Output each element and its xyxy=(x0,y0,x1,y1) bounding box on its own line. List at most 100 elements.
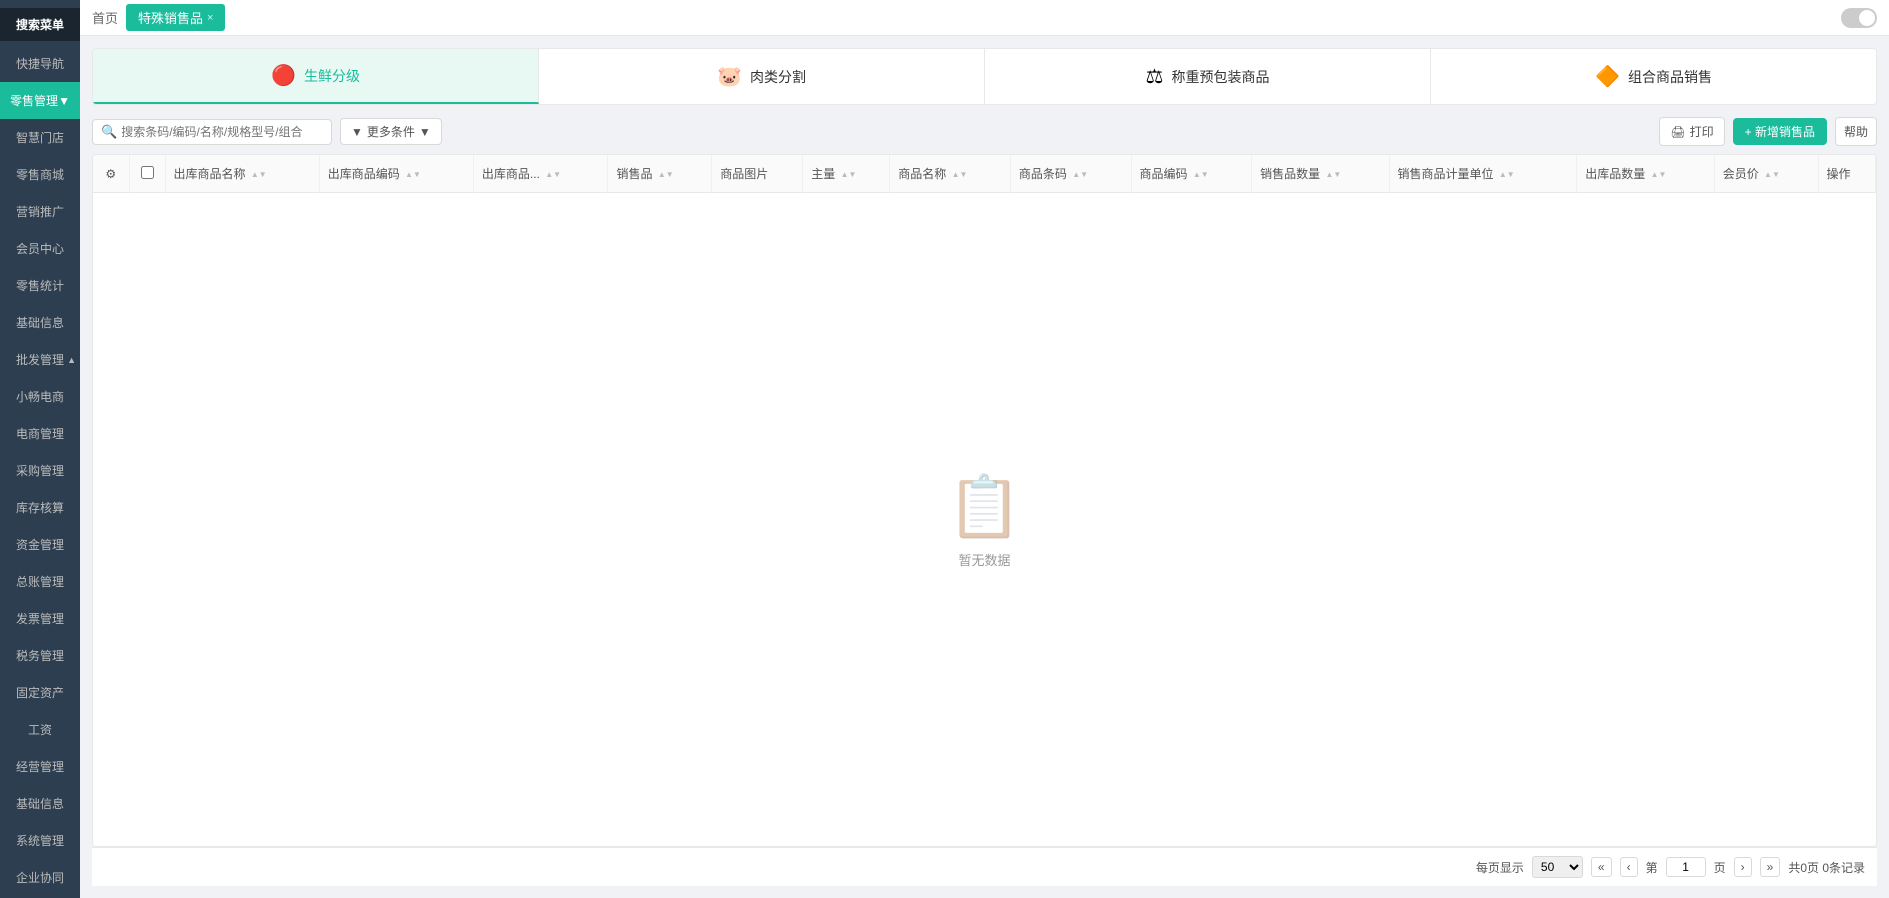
sidebar-item-mini-ecom[interactable]: 小畅电商 xyxy=(0,378,80,415)
toggle-switch[interactable] xyxy=(1841,8,1877,28)
sidebar-item-fixed-assets[interactable]: 固定资产 xyxy=(0,674,80,711)
print-label: 打印 xyxy=(1690,123,1714,140)
empty-text: 暂无数据 xyxy=(958,550,1010,569)
col-weight[interactable]: 主量 ▲▼ xyxy=(803,155,890,193)
sort-icon: ▲▼ xyxy=(1651,171,1667,179)
main-area: 首页 特殊销售品 × 🔴 生鲜分级 🐷 肉类分割 ⚖ 称重预包装商品 xyxy=(80,0,1889,898)
empty-state: 📋 暂无数据 xyxy=(93,193,1876,846)
sidebar-logo[interactable]: 搜索菜单 xyxy=(0,8,80,41)
sidebar-item-retail-mall[interactable]: 零售商城 xyxy=(0,156,80,193)
col-out-goods-abbr[interactable]: 出库商品... ▲▼ xyxy=(473,155,608,193)
sidebar-item-inventory[interactable]: 库存核算 xyxy=(0,489,80,526)
filter-label: 更多条件 xyxy=(367,123,415,140)
sidebar-item-basic-info[interactable]: 基础信息 xyxy=(0,304,80,341)
col-goods-image: 商品图片 xyxy=(712,155,803,193)
select-all-checkbox[interactable] xyxy=(141,166,154,179)
sidebar-item-retail-stats[interactable]: 零售统计 xyxy=(0,267,80,304)
per-page-label: 每页显示 xyxy=(1476,859,1524,876)
col-out-goods-name[interactable]: 出库商品名称 ▲▼ xyxy=(165,155,319,193)
sidebar-item-biz-mgmt[interactable]: 经营管理 xyxy=(0,748,80,785)
first-page-button[interactable]: « xyxy=(1591,857,1612,877)
page-unit-label: 页 xyxy=(1714,859,1726,876)
home-tab[interactable]: 首页 xyxy=(92,8,118,27)
sort-icon: ▲▼ xyxy=(1764,171,1780,179)
col-goods-barcode[interactable]: 商品条码 ▲▼ xyxy=(1010,155,1131,193)
col-goods-name[interactable]: 商品名称 ▲▼ xyxy=(890,155,1011,193)
toolbar: 🔍 ▼ 更多条件 ▼ 🖨 打印 + 新增销售品 帮助 xyxy=(92,117,1877,146)
sidebar-item-general-ledger[interactable]: 总账管理 xyxy=(0,563,80,600)
sort-icon: ▲▼ xyxy=(545,171,561,179)
sidebar-item-tax-mgmt[interactable]: 税务管理 xyxy=(0,637,80,674)
page-content: 🔴 生鲜分级 🐷 肉类分割 ⚖ 称重预包装商品 🔶 组合商品销售 🔍 xyxy=(80,36,1889,898)
sidebar-item-capital-mgmt[interactable]: 资金管理 xyxy=(0,526,80,563)
sort-icon: ▲▼ xyxy=(1499,171,1515,179)
topbar-right xyxy=(1841,8,1877,28)
sidebar-item-retail-mgmt[interactable]: 零售管理 xyxy=(0,82,80,119)
add-label: + 新增销售品 xyxy=(1745,123,1815,140)
cat-tab-weight-pack[interactable]: ⚖ 称重预包装商品 xyxy=(985,49,1431,104)
active-tab-label: 特殊销售品 xyxy=(138,8,203,27)
close-tab-icon[interactable]: × xyxy=(207,12,213,24)
sidebar-item-smart-store[interactable]: 智慧门店 xyxy=(0,119,80,156)
help-button[interactable]: 帮助 xyxy=(1835,117,1877,146)
sidebar-item-invoice-mgmt[interactable]: 发票管理 xyxy=(0,600,80,637)
fresh-grade-label: 生鲜分级 xyxy=(304,66,360,86)
prev-page-button[interactable]: ‹ xyxy=(1620,857,1638,877)
print-button[interactable]: 🖨 打印 xyxy=(1659,117,1724,146)
meat-cut-label: 肉类分割 xyxy=(750,67,806,87)
sort-icon: ▲▼ xyxy=(1193,171,1209,179)
sort-icon: ▲▼ xyxy=(952,171,968,179)
sidebar-item-wholesale-mgmt[interactable]: 批发管理 xyxy=(0,341,80,378)
filter-icon: ▼ xyxy=(351,125,363,139)
search-input[interactable] xyxy=(121,125,321,139)
sidebar-item-ecom-mgmt[interactable]: 电商管理 xyxy=(0,415,80,452)
add-button[interactable]: + 新增销售品 xyxy=(1733,118,1827,145)
help-label: 帮助 xyxy=(1844,123,1868,140)
sidebar-item-member-center[interactable]: 会员中心 xyxy=(0,230,80,267)
col-sale-goods[interactable]: 销售品 ▲▼ xyxy=(608,155,712,193)
table-header-row: ⚙ 出库商品名称 ▲▼ 出库商品编码 ▲▼ 出库商品... ▲▼ xyxy=(93,155,1876,193)
filter-button[interactable]: ▼ 更多条件 ▼ xyxy=(340,118,442,145)
search-icon: 🔍 xyxy=(101,124,117,140)
toolbar-right: 🖨 打印 + 新增销售品 帮助 xyxy=(1659,117,1877,146)
page-input[interactable] xyxy=(1666,857,1706,877)
sort-icon: ▲▼ xyxy=(1325,171,1341,179)
cat-tab-fresh-grade[interactable]: 🔴 生鲜分级 xyxy=(93,49,539,104)
sort-icon: ▲▼ xyxy=(1072,171,1088,179)
col-settings[interactable]: ⚙ xyxy=(93,155,129,193)
sidebar-item-enterprise[interactable]: 企业协同 xyxy=(0,859,80,896)
col-out-qty[interactable]: 出库品数量 ▲▼ xyxy=(1577,155,1714,193)
active-tab[interactable]: 特殊销售品 × xyxy=(126,4,225,31)
search-box[interactable]: 🔍 xyxy=(92,119,332,145)
data-table: ⚙ 出库商品名称 ▲▼ 出库商品编码 ▲▼ 出库商品... ▲▼ xyxy=(92,154,1877,847)
topbar: 首页 特殊销售品 × xyxy=(80,0,1889,36)
sidebar-item-purchase-mgmt[interactable]: 采购管理 xyxy=(0,452,80,489)
sidebar-item-sys-mgmt[interactable]: 系统管理 xyxy=(0,822,80,859)
col-goods-code[interactable]: 商品编码 ▲▼ xyxy=(1131,155,1252,193)
sidebar-item-salary[interactable]: 工资 xyxy=(0,711,80,748)
per-page-select[interactable]: 102050100 xyxy=(1532,856,1583,878)
next-page-button[interactable]: › xyxy=(1734,857,1752,877)
sidebar-item-sales-promo[interactable]: 营销推广 xyxy=(0,193,80,230)
col-sale-qty[interactable]: 销售品数量 ▲▼ xyxy=(1252,155,1389,193)
sort-icon: ▲▼ xyxy=(841,171,857,179)
sidebar-item-quick-nav[interactable]: 快捷导航 xyxy=(0,45,80,82)
cat-tab-meat-cut[interactable]: 🐷 肉类分割 xyxy=(539,49,985,104)
category-tabs: 🔴 生鲜分级 🐷 肉类分割 ⚖ 称重预包装商品 🔶 组合商品销售 xyxy=(92,48,1877,105)
sidebar: 搜索菜单 快捷导航 零售管理 智慧门店 零售商城 营销推广 会员中心 零售统计 … xyxy=(0,0,80,898)
meat-cut-icon: 🐷 xyxy=(717,64,742,89)
combo-sale-label: 组合商品销售 xyxy=(1628,67,1712,87)
weight-pack-icon: ⚖ xyxy=(1146,64,1164,89)
last-page-button[interactable]: » xyxy=(1760,857,1781,877)
filter-arrow-icon: ▼ xyxy=(419,125,431,139)
col-sale-unit[interactable]: 销售商品计量单位 ▲▼ xyxy=(1389,155,1577,193)
empty-icon: 📋 xyxy=(947,471,1022,542)
total-count-text: 共0页 0条记录 xyxy=(1788,859,1865,876)
print-icon: 🖨 xyxy=(1670,125,1685,139)
sort-icon: ▲▼ xyxy=(251,171,267,179)
col-member-price[interactable]: 会员价 ▲▼ xyxy=(1714,155,1818,193)
cat-tab-combo-sale[interactable]: 🔶 组合商品销售 xyxy=(1431,49,1876,104)
sidebar-item-basic-info2[interactable]: 基础信息 xyxy=(0,785,80,822)
col-out-goods-code[interactable]: 出库商品编码 ▲▼ xyxy=(319,155,473,193)
col-checkbox[interactable] xyxy=(129,155,165,193)
